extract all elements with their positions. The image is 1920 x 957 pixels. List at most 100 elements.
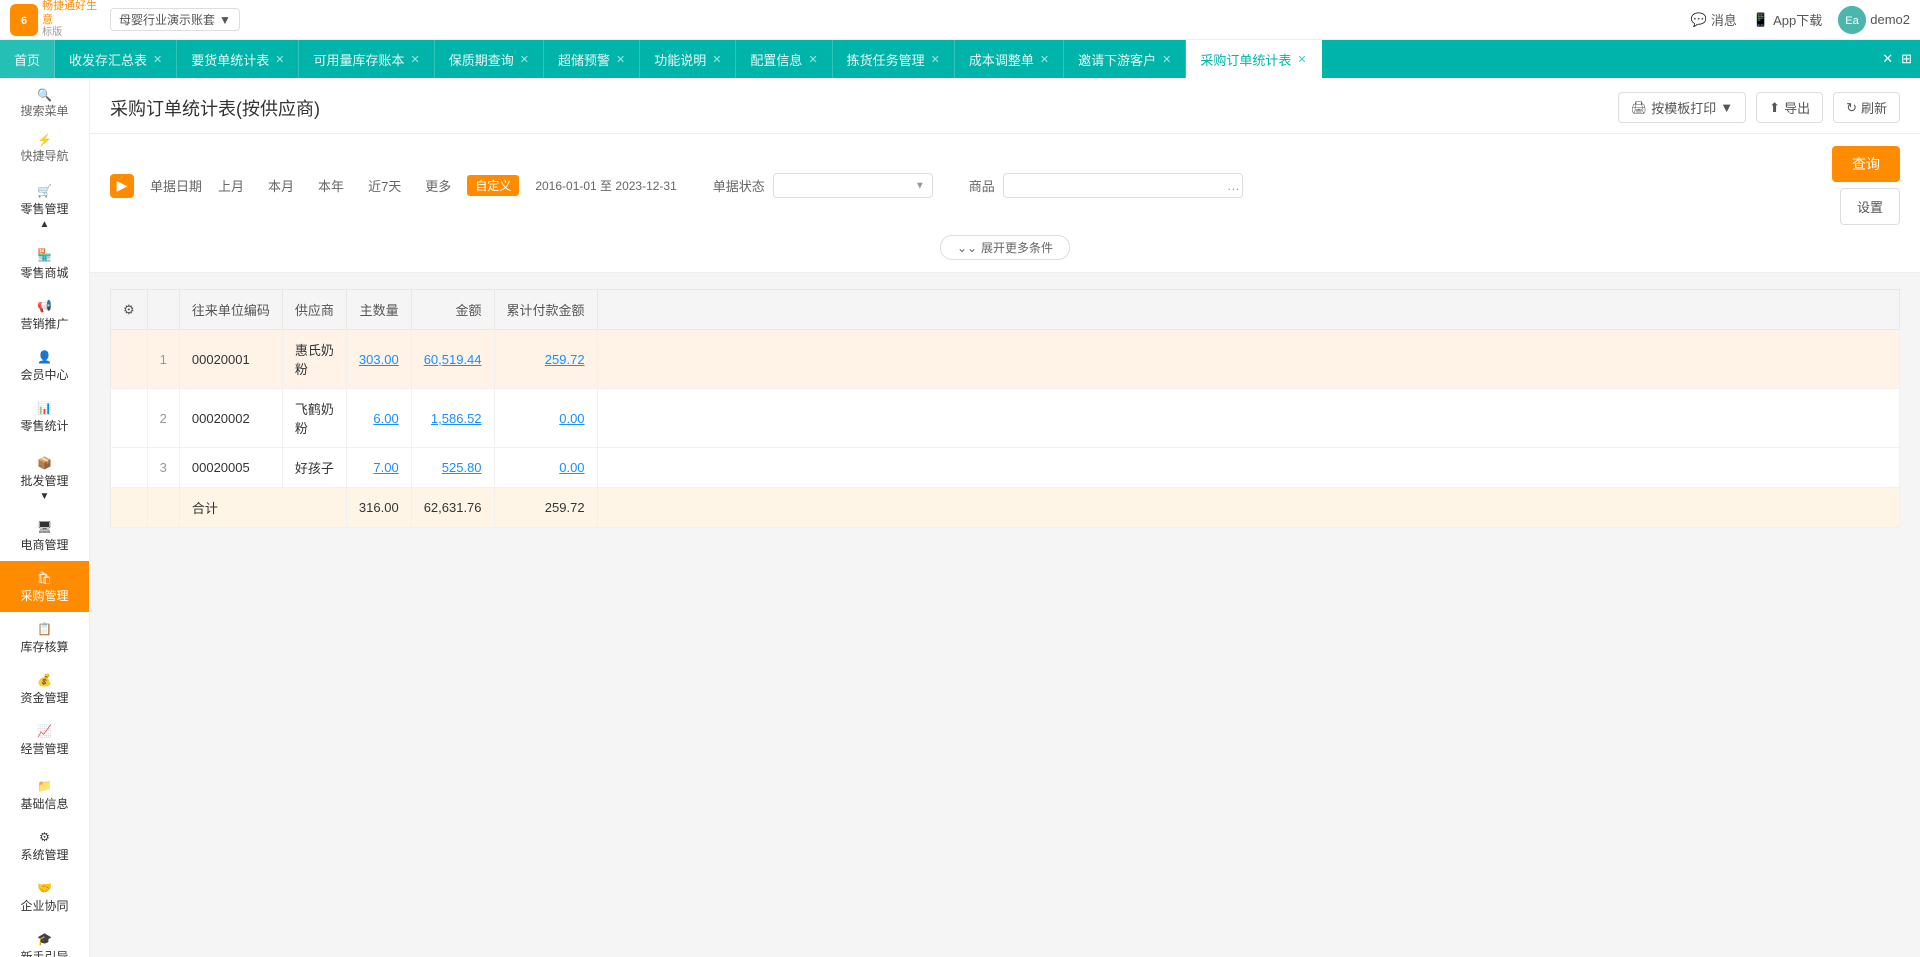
tab-inventory-ledger[interactable]: 可用量库存账本 ✕ (299, 40, 434, 78)
top-right-actions: 💬 消息 📱 App下载 Ea demo2 (1691, 6, 1910, 34)
maximize-icon[interactable]: ⊞ (1901, 51, 1912, 67)
shortcut-this-month[interactable]: 本月 (260, 174, 302, 197)
cell-paid-amount-1[interactable]: 259.72 (494, 330, 597, 389)
refresh-icon: ↻ (1846, 100, 1857, 116)
new-guide-icon: 🎓 (37, 932, 52, 946)
system-icon: ⚙ (39, 830, 50, 844)
sidebar-item-retail-shop[interactable]: 🏪 零售商城 (0, 238, 89, 289)
cell-gear-2 (111, 389, 148, 448)
footer-label: 合计 (179, 488, 346, 528)
query-button[interactable]: 查询 (1832, 146, 1900, 182)
cell-amount-1[interactable]: 60,519.44 (411, 330, 494, 389)
cell-paid-amount-3[interactable]: 0.00 (494, 448, 597, 488)
filter-bar: ▶ 单据日期 上月 本月 本年 近7天 更多 自定义 (90, 134, 1920, 273)
sidebar-item-basic-info[interactable]: 📁 基础信息 (0, 769, 89, 820)
close-tab-receive-send[interactable]: ✕ (153, 53, 162, 66)
goods-input[interactable] (1003, 173, 1243, 198)
message-icon: 💬 (1691, 12, 1707, 28)
logo-icon: 6 (10, 4, 38, 36)
sidebar-item-wholesale-mgmt[interactable]: 📦 批发管理 ▼ (0, 446, 89, 510)
close-tab-pick-task[interactable]: ✕ (931, 53, 940, 66)
app-download-button[interactable]: 📱 App下载 (1753, 10, 1822, 29)
query-col: 查询 设置 (1832, 146, 1900, 225)
tab-receive-send[interactable]: 收发存汇总表 ✕ (55, 40, 177, 78)
col-gear[interactable]: ⚙ (111, 290, 148, 330)
status-select[interactable] (773, 173, 933, 198)
date-shortcuts: 上月 本月 本年 近7天 更多 (210, 174, 459, 197)
date-range-display: 2016-01-01 至 2023-12-31 (535, 177, 676, 194)
cell-index-2: 2 (147, 389, 179, 448)
filter-toggle-button[interactable]: ▶ (110, 174, 134, 198)
sidebar-item-ecommerce-mgmt[interactable]: 🖥 电商管理 (0, 510, 89, 561)
shortcut-more[interactable]: 更多 (417, 174, 459, 197)
close-tab-shelf-life[interactable]: ✕ (520, 53, 529, 66)
close-tab-config-info[interactable]: ✕ (808, 53, 817, 66)
cell-amount-3[interactable]: 525.80 (411, 448, 494, 488)
workspace-selector[interactable]: 母婴行业演示账套 ▼ (110, 8, 240, 31)
close-all-tabs-icon[interactable]: ✕ (1882, 51, 1893, 67)
shortcut-last-month[interactable]: 上月 (210, 174, 252, 197)
tab-function-desc[interactable]: 功能说明 ✕ (640, 40, 736, 78)
col-index (147, 290, 179, 330)
table-row[interactable]: 2 00020002 飞鹤奶粉 6.00 1,586.52 0.00 (111, 389, 1900, 448)
sidebar-item-inventory-check[interactable]: 📋 库存核算 (0, 612, 89, 663)
sidebar-item-enterprise-collab[interactable]: 🤝 企业协同 (0, 871, 89, 922)
cell-extra-1 (597, 330, 1899, 389)
svg-text:Ea: Ea (1846, 15, 1860, 27)
cell-amount-2[interactable]: 1,586.52 (411, 389, 494, 448)
sidebar-item-retail-mgmt[interactable]: 🛒 零售管理 ▲ (0, 174, 89, 238)
shortcut-this-year[interactable]: 本年 (310, 174, 352, 197)
col-supplier: 供应商 (282, 290, 346, 330)
table-row[interactable]: 3 00020005 好孩子 7.00 525.80 0.00 (111, 448, 1900, 488)
close-tab-function-desc[interactable]: ✕ (712, 53, 721, 66)
tab-shelf-life[interactable]: 保质期查询 ✕ (435, 40, 544, 78)
tab-invite-client[interactable]: 邀请下游客户 ✕ (1064, 40, 1186, 78)
export-button[interactable]: ⬆ 导出 (1756, 92, 1823, 123)
expand-conditions-button[interactable]: ⌄⌄ 展开更多条件 (940, 235, 1070, 260)
sidebar-item-purchase-mgmt[interactable]: 🛍 采购管理 (0, 561, 89, 612)
refresh-button[interactable]: ↻ 刷新 (1833, 92, 1900, 123)
close-tab-invite-client[interactable]: ✕ (1162, 53, 1171, 66)
settings-button[interactable]: 设置 (1840, 188, 1900, 225)
logo-area: 6 畅捷通好生意 标版 (10, 0, 100, 38)
tab-over-stock[interactable]: 超储预警 ✕ (544, 40, 640, 78)
close-tab-over-stock[interactable]: ✕ (616, 53, 625, 66)
tab-config-info[interactable]: 配置信息 ✕ (736, 40, 832, 78)
page-actions: 🖨 按模板打印 ▼ ⬆ 导出 ↻ 刷新 (1618, 92, 1900, 123)
print-button[interactable]: 🖨 按模板打印 ▼ (1618, 92, 1746, 123)
top-bar: 6 畅捷通好生意 标版 母婴行业演示账套 ▼ 💬 消息 📱 App下载 (0, 0, 1920, 40)
message-button[interactable]: 💬 消息 (1691, 10, 1737, 29)
shortcut-7days[interactable]: 近7天 (360, 174, 409, 197)
tab-cost-adjust[interactable]: 成本调整单 ✕ (955, 40, 1064, 78)
main-body: 🔍 搜索菜单 ⚡ 快捷导航 🛒 零售管理 ▲ 🏪 零售商城 📢 营销推广 (0, 78, 1920, 957)
sidebar-item-operation-mgmt[interactable]: 📈 经营管理 (0, 714, 89, 765)
close-tab-order-stat[interactable]: ✕ (275, 53, 284, 66)
sidebar-item-member-center[interactable]: 👤 会员中心 (0, 340, 89, 391)
sidebar-item-new-guide[interactable]: 🎓 新手引导 (0, 922, 89, 957)
cell-quantity-2[interactable]: 6.00 (346, 389, 411, 448)
goods-input-more-icon[interactable]: … (1227, 178, 1240, 193)
cell-paid-amount-2[interactable]: 0.00 (494, 389, 597, 448)
sidebar-quick-nav[interactable]: ⚡ 快捷导航 (0, 129, 89, 170)
cell-quantity-1[interactable]: 303.00 (346, 330, 411, 389)
sidebar-search[interactable]: 🔍 搜索菜单 (0, 78, 89, 125)
member-icon: 👤 (37, 350, 52, 364)
table-row[interactable]: 1 00020001 惠氏奶粉 303.00 60,519.44 259.72 (111, 330, 1900, 389)
expand-conditions-row: ⌄⌄ 展开更多条件 (110, 235, 1900, 260)
filter-toggle-icon: ▶ (117, 177, 128, 194)
operation-icon: 📈 (37, 724, 52, 738)
tab-purchase-stat[interactable]: 采购订单统计表 ✕ (1186, 40, 1321, 78)
cell-quantity-3[interactable]: 7.00 (346, 448, 411, 488)
close-tab-cost-adjust[interactable]: ✕ (1040, 53, 1049, 66)
user-avatar[interactable]: Ea demo2 (1838, 6, 1910, 34)
sidebar-item-finance-mgmt[interactable]: 💰 资金管理 (0, 663, 89, 714)
sidebar-item-marketing[interactable]: 📢 营销推广 (0, 289, 89, 340)
close-tab-purchase-stat[interactable]: ✕ (1297, 53, 1306, 66)
sidebar-item-retail-stat[interactable]: 📊 零售统计 (0, 391, 89, 442)
sidebar-item-system-mgmt[interactable]: ⚙ 系统管理 (0, 820, 89, 871)
tab-home[interactable]: 首页 (0, 40, 55, 78)
tab-order-stat[interactable]: 要货单统计表 ✕ (177, 40, 299, 78)
close-tab-inventory-ledger[interactable]: ✕ (411, 53, 420, 66)
footer-paid-amount: 259.72 (494, 488, 597, 528)
tab-pick-task[interactable]: 拣货任务管理 ✕ (833, 40, 955, 78)
